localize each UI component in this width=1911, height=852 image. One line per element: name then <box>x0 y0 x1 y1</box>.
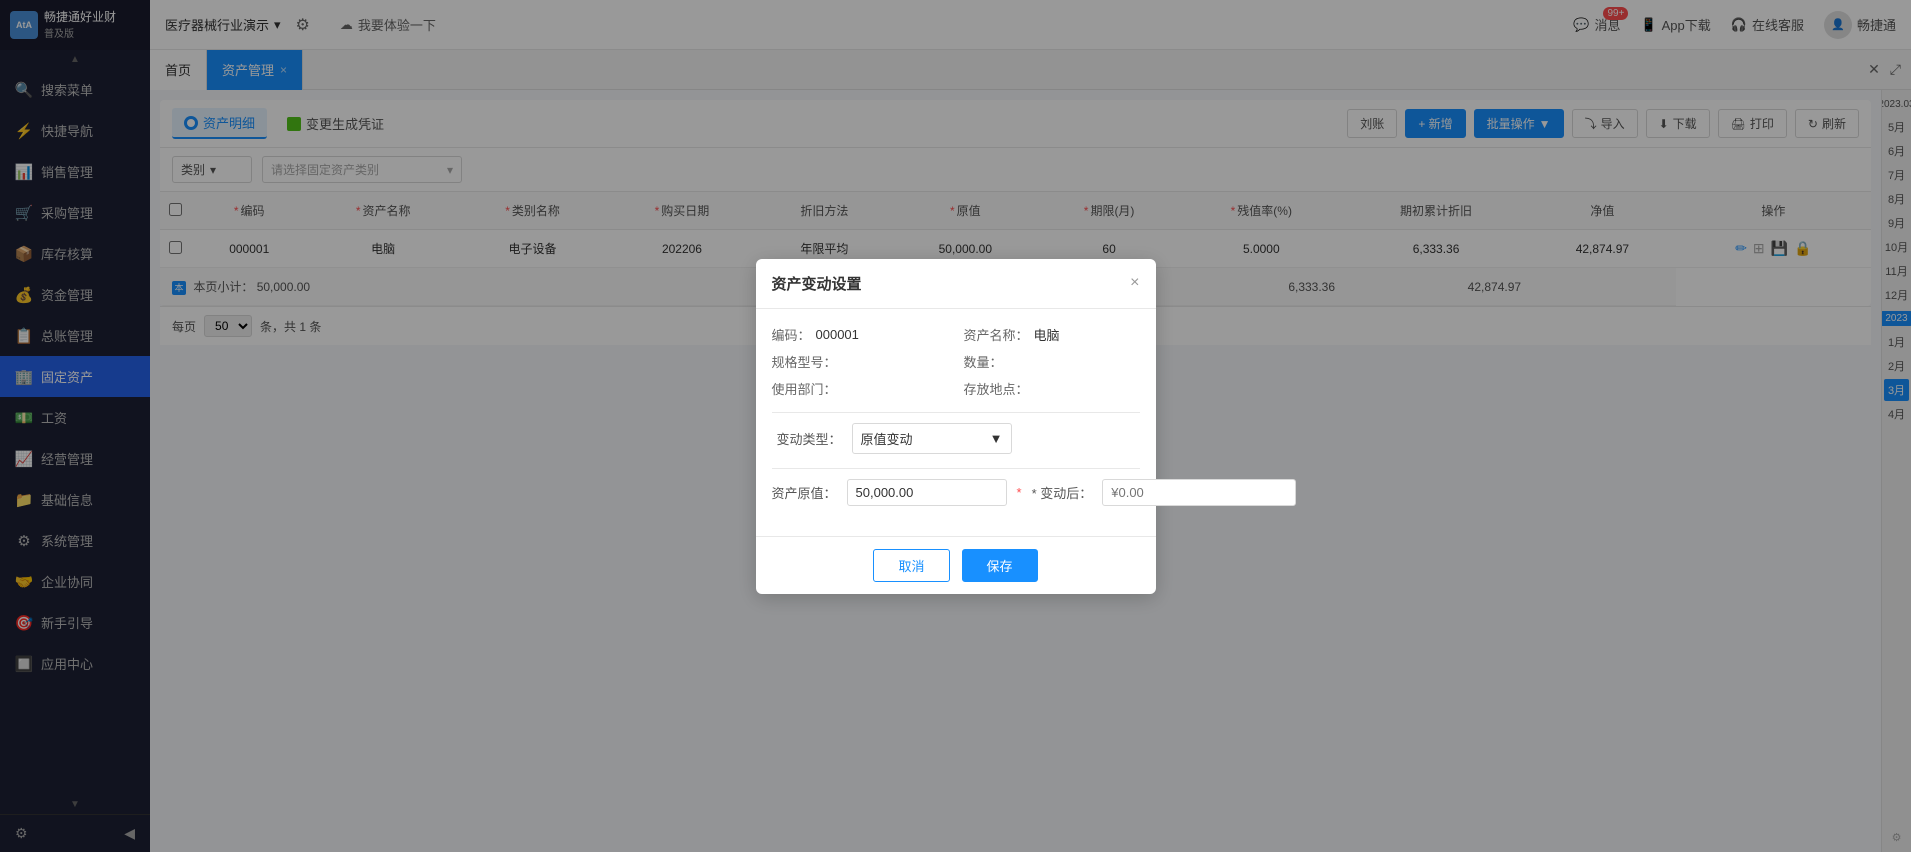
change-type-arrow: ▼ <box>990 431 1003 446</box>
save-button[interactable]: 保存 <box>962 549 1038 582</box>
modal-footer: 取消 保存 <box>756 536 1156 594</box>
modal-original-value-label: 资产原值： <box>772 483 837 502</box>
modal-title: 资产变动设置 <box>772 273 862 294</box>
modal-change-type-label: 变动类型： <box>772 429 842 448</box>
modal-spec-item: 规格型号： <box>772 352 948 371</box>
modal-divider1 <box>772 412 1140 413</box>
modal-overlay: 资产变动设置 × 编码： 000001 资产名称： 电脑 规格型号： 数量： <box>0 0 1911 852</box>
modal-location-item: 存放地点： <box>964 379 1140 398</box>
modal-asset-name-item: 资产名称： 电脑 <box>964 325 1140 344</box>
modal-header: 资产变动设置 × <box>756 259 1156 309</box>
modal-asset-name-value: 电脑 <box>1034 325 1060 344</box>
modal-code-value: 000001 <box>816 327 859 342</box>
modal-original-value: 50,000.00 <box>847 479 1007 506</box>
modal-asset-name-label: 资产名称： <box>964 325 1029 344</box>
modal-divider2 <box>772 468 1140 469</box>
modal-dept-item: 使用部门： <box>772 379 948 398</box>
modal-code-label: 编码： <box>772 325 811 344</box>
modal-after-change-input[interactable] <box>1102 479 1296 506</box>
asset-change-modal: 资产变动设置 × 编码： 000001 资产名称： 电脑 规格型号： 数量： <box>756 259 1156 594</box>
modal-after-change-label: * 变动后： <box>1032 483 1093 502</box>
modal-quantity-label: 数量： <box>964 352 1003 371</box>
modal-quantity-item: 数量： <box>964 352 1140 371</box>
cancel-button[interactable]: 取消 <box>873 549 949 582</box>
modal-value-row: 资产原值： 50,000.00 * * 变动后： <box>772 479 1140 506</box>
modal-code-item: 编码： 000001 <box>772 325 948 344</box>
modal-body: 编码： 000001 资产名称： 电脑 规格型号： 数量： 使用部门： <box>756 309 1156 536</box>
modal-dept-label: 使用部门： <box>772 379 837 398</box>
modal-change-type-select[interactable]: 原值变动 ▼ <box>852 423 1012 454</box>
change-type-value: 原值变动 <box>861 429 913 448</box>
modal-change-type-row: 变动类型： 原值变动 ▼ <box>772 423 1140 454</box>
modal-info-grid: 编码： 000001 资产名称： 电脑 规格型号： 数量： 使用部门： <box>772 325 1140 398</box>
modal-spec-label: 规格型号： <box>772 352 837 371</box>
modal-close-btn[interactable]: × <box>1130 274 1139 292</box>
after-change-required: * <box>1017 485 1022 500</box>
modal-location-label: 存放地点： <box>964 379 1029 398</box>
